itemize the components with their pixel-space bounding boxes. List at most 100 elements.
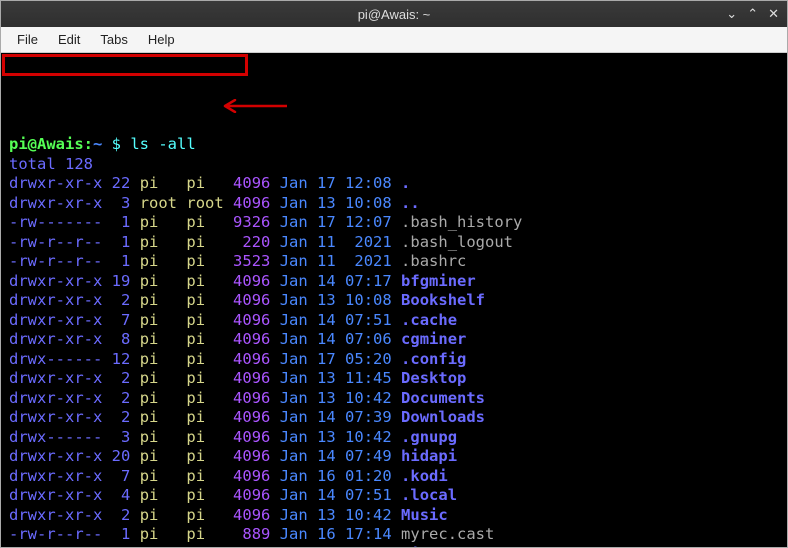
annotation-highlight-box: [2, 54, 248, 76]
perm: drwxr-xr-x: [9, 291, 102, 309]
perm: drwxr-xr-x: [9, 408, 102, 426]
owner: pi: [140, 545, 177, 548]
links: 19: [112, 272, 131, 290]
owner: pi: [140, 272, 177, 290]
listing-row: drwxr-xr-x 2 pi pi 4096 Jan 13 11:45 Des…: [9, 369, 779, 389]
group: pi: [186, 330, 223, 348]
close-icon[interactable]: ✕: [768, 6, 779, 22]
perm: drwxr-xr-x: [9, 506, 102, 524]
window-controls: ⌄ ⌃ ✕: [726, 1, 779, 27]
links: 8: [112, 330, 131, 348]
size: 3523: [233, 252, 270, 270]
links: 20: [112, 447, 131, 465]
perm: drwxr-xr-x: [9, 194, 102, 212]
date: Jan 11 2021: [280, 233, 392, 251]
perm: drwxr-xr-x: [9, 467, 102, 485]
owner: pi: [140, 389, 177, 407]
group: pi: [186, 447, 223, 465]
group: pi: [186, 311, 223, 329]
filename: Documents: [401, 389, 485, 407]
listing-row: drwx------ 12 pi pi 4096 Jan 17 05:20 .c…: [9, 350, 779, 370]
owner: pi: [140, 428, 177, 446]
filename: cgminer: [401, 330, 466, 348]
group: pi: [186, 545, 223, 548]
owner: pi: [140, 525, 177, 543]
group: pi: [186, 389, 223, 407]
owner: pi: [140, 447, 177, 465]
terminal-viewport[interactable]: pi@Awais:~ $ ls -alltotal 128drwxr-xr-x …: [1, 53, 787, 547]
prompt-user-host: pi@Awais: [9, 135, 84, 153]
filename: .bash_history: [401, 213, 522, 231]
group: pi: [186, 525, 223, 543]
size: 4096: [233, 408, 270, 426]
filename: .bashrc: [401, 252, 466, 270]
filename: Desktop: [401, 369, 466, 387]
filename: .kodi: [401, 467, 448, 485]
links: 2: [112, 369, 131, 387]
minimize-icon[interactable]: ⌄: [726, 6, 737, 22]
perm: drwx------: [9, 428, 102, 446]
links: 3: [112, 428, 131, 446]
date: Jan 13 10:08: [280, 291, 392, 309]
owner: pi: [140, 506, 177, 524]
date: Jan 14 07:51: [280, 311, 392, 329]
listing-row: drwxr-xr-x 22 pi pi 4096 Jan 17 12:08 .: [9, 174, 779, 194]
perm: drwxr-xr-x: [9, 369, 102, 387]
perm: drwxr-xr-x: [9, 311, 102, 329]
size: 4096: [233, 369, 270, 387]
size: 4096: [233, 350, 270, 368]
filename: hidapi: [401, 447, 457, 465]
listing-row: drwxr-xr-x 4 pi pi 4096 Jan 14 07:51 .lo…: [9, 486, 779, 506]
owner: pi: [140, 486, 177, 504]
group: pi: [186, 506, 223, 524]
menu-help[interactable]: Help: [140, 30, 183, 49]
titlebar[interactable]: pi@Awais: ~ ⌄ ⌃ ✕: [1, 1, 787, 27]
filename: myrec.cast: [401, 525, 494, 543]
links: 1: [112, 233, 131, 251]
group: pi: [186, 486, 223, 504]
prompt-line: pi@Awais:~ $ ls -all: [9, 135, 779, 155]
listing-row: drwxr-xr-x 20 pi pi 4096 Jan 14 07:49 hi…: [9, 447, 779, 467]
listing-row: -rw------- 1 pi pi 9326 Jan 17 12:07 .ba…: [9, 213, 779, 233]
size: 4096: [233, 311, 270, 329]
date: Jan 11 2021: [280, 252, 392, 270]
menu-edit[interactable]: Edit: [50, 30, 88, 49]
filename: ..: [401, 194, 420, 212]
listing-row: drwxr-xr-x 2 pi pi 4096 Jan 13 10:08 Boo…: [9, 291, 779, 311]
listing-row: -rw-r--r-- 1 pi pi 3523 Jan 11 2021 .bas…: [9, 252, 779, 272]
perm: drwxr-xr-x: [9, 545, 102, 548]
filename: bfgminer: [401, 272, 476, 290]
command-text: ls -all: [130, 135, 195, 153]
size: 889: [233, 525, 270, 543]
date: Jan 14 07:17: [280, 272, 392, 290]
group: pi: [186, 174, 223, 192]
total-line: total 128: [9, 155, 779, 175]
size: 4096: [233, 545, 270, 548]
size: 4096: [233, 506, 270, 524]
filename: .gnupg: [401, 428, 457, 446]
owner: pi: [140, 369, 177, 387]
size: 4096: [233, 272, 270, 290]
date: Jan 17 05:20: [280, 350, 392, 368]
group: pi: [186, 291, 223, 309]
links: 7: [112, 311, 131, 329]
menu-tabs[interactable]: Tabs: [92, 30, 135, 49]
size: 220: [233, 233, 270, 251]
listing-row: drwxr-xr-x 2 pi pi 4096 Jan 13 10:42 Pic…: [9, 545, 779, 548]
owner: pi: [140, 330, 177, 348]
date: Jan 14 07:39: [280, 408, 392, 426]
filename: .bash_logout: [401, 233, 513, 251]
size: 4096: [233, 291, 270, 309]
links: 3: [112, 194, 131, 212]
group: pi: [186, 408, 223, 426]
size: 4096: [233, 389, 270, 407]
links: 1: [112, 525, 131, 543]
filename: .: [401, 174, 410, 192]
date: Jan 13 10:08: [280, 194, 392, 212]
menu-file[interactable]: File: [9, 30, 46, 49]
date: Jan 13 10:42: [280, 545, 392, 548]
perm: -rw-r--r--: [9, 233, 102, 251]
group: pi: [186, 350, 223, 368]
maximize-icon[interactable]: ⌃: [747, 6, 758, 22]
size: 4096: [233, 486, 270, 504]
